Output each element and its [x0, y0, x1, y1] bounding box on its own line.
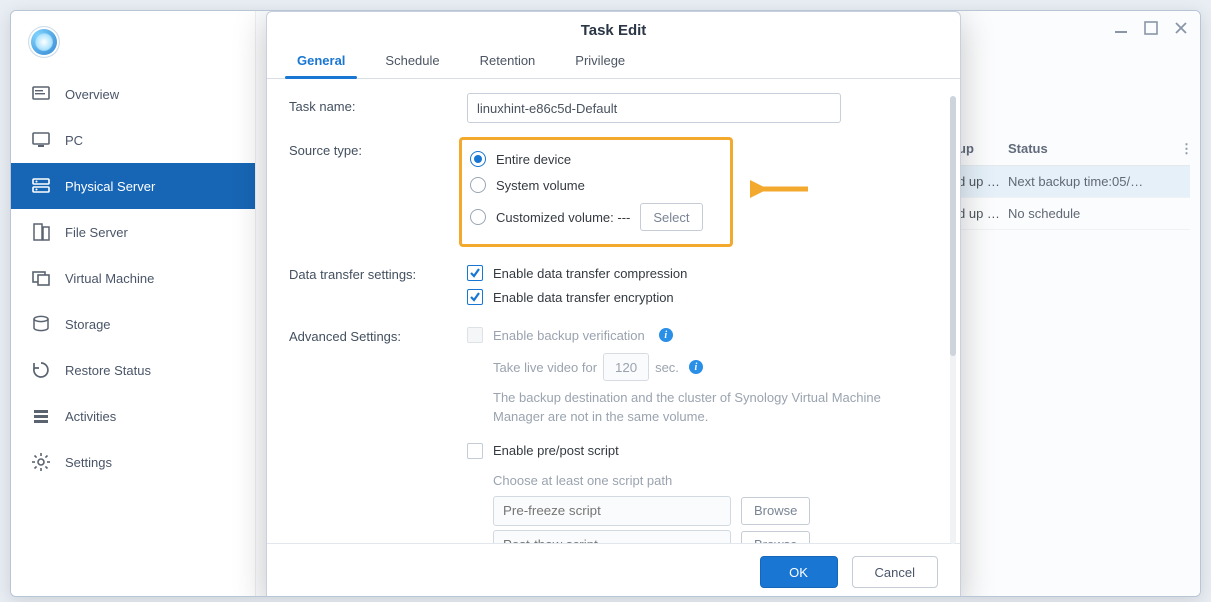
check-encryption[interactable]: Enable data transfer encryption: [467, 285, 938, 309]
check-backup-verification[interactable]: Enable backup verification i: [467, 323, 938, 347]
ok-button[interactable]: OK: [760, 556, 838, 588]
sidebar-item-label: PC: [65, 133, 83, 148]
tab-general[interactable]: General: [279, 43, 363, 78]
tab-retention[interactable]: Retention: [462, 43, 554, 78]
radio-customized-volume[interactable]: Customized volume: --- Select: [468, 198, 722, 236]
browse-postthaw-button[interactable]: Browse: [741, 531, 810, 543]
sidebar-item-label: Physical Server: [65, 179, 155, 194]
radio-icon: [470, 151, 486, 167]
pc-icon: [31, 130, 51, 150]
radio-system-volume[interactable]: System volume: [468, 172, 722, 198]
task-name-input[interactable]: [467, 93, 841, 123]
task-name-label: Task name:: [289, 93, 467, 114]
source-type-group: Entire device System volume Customized v…: [459, 137, 733, 247]
modal-footer: OK Cancel: [267, 543, 960, 597]
sidebar-item-storage[interactable]: Storage: [11, 301, 255, 347]
vm-icon: [31, 268, 51, 288]
tab-schedule[interactable]: Schedule: [367, 43, 457, 78]
main-area: up Status ⋮ d up … Next backup time:05/……: [256, 11, 1200, 596]
storage-icon: [31, 314, 51, 334]
sidebar-item-label: Restore Status: [65, 363, 151, 378]
sidebar-item-label: Activities: [65, 409, 116, 424]
prefreeze-script-input[interactable]: [493, 496, 731, 526]
info-icon[interactable]: i: [659, 328, 673, 342]
checkbox-label: Enable data transfer encryption: [493, 290, 674, 305]
sidebar-item-label: Virtual Machine: [65, 271, 154, 286]
sidebar-item-label: Storage: [65, 317, 111, 332]
task-edit-modal: Task Edit General Schedule Retention Pri…: [266, 11, 961, 597]
sidebar: Overview PC Physical Server File Server …: [11, 11, 256, 596]
sidebar-item-settings[interactable]: Settings: [11, 439, 255, 485]
checkbox-icon: [467, 265, 483, 281]
checkbox-label: Enable data transfer compression: [493, 266, 687, 281]
sidebar-item-pc[interactable]: PC: [11, 117, 255, 163]
advanced-label: Advanced Settings:: [289, 323, 467, 344]
data-transfer-label: Data transfer settings:: [289, 261, 467, 282]
modal-title: Task Edit: [267, 12, 960, 43]
browse-prefreeze-button[interactable]: Browse: [741, 497, 810, 525]
close-icon[interactable]: [1174, 21, 1188, 35]
tab-privilege[interactable]: Privilege: [557, 43, 643, 78]
sidebar-item-virtual-machine[interactable]: Virtual Machine: [11, 255, 255, 301]
radio-icon: [470, 209, 486, 225]
script-path-note: Choose at least one script path: [493, 473, 938, 488]
server-icon: [31, 176, 51, 196]
window-controls: [1114, 21, 1188, 35]
check-pre-post-script[interactable]: Enable pre/post script: [467, 439, 938, 463]
live-prefix: Take live video for: [493, 360, 597, 375]
overview-icon: [31, 84, 51, 104]
sidebar-item-label: File Server: [65, 225, 128, 240]
radio-label: Entire device: [496, 152, 571, 167]
sidebar-item-file-server[interactable]: File Server: [11, 209, 255, 255]
callout-arrow-icon: [750, 177, 810, 204]
activities-icon: [31, 406, 51, 426]
restore-icon: [31, 360, 51, 380]
modal-scrollbar[interactable]: [950, 96, 956, 544]
maximize-icon[interactable]: [1144, 21, 1158, 35]
radio-entire-device[interactable]: Entire device: [468, 146, 722, 172]
checkbox-icon: [467, 327, 483, 343]
sidebar-item-restore-status[interactable]: Restore Status: [11, 347, 255, 393]
source-type-label: Source type:: [289, 137, 467, 158]
app-window: Overview PC Physical Server File Server …: [10, 10, 1201, 597]
sidebar-item-activities[interactable]: Activities: [11, 393, 255, 439]
minimize-icon[interactable]: [1114, 21, 1128, 35]
check-compression[interactable]: Enable data transfer compression: [467, 261, 938, 285]
select-volume-button[interactable]: Select: [640, 203, 702, 231]
live-suffix: sec.: [655, 360, 679, 375]
info-icon[interactable]: i: [689, 360, 703, 374]
checkbox-icon: [467, 289, 483, 305]
radio-icon: [470, 177, 486, 193]
sidebar-item-overview[interactable]: Overview: [11, 71, 255, 117]
radio-label: Customized volume: ---: [496, 210, 630, 225]
app-logo-icon: [29, 27, 59, 57]
radio-label: System volume: [496, 178, 585, 193]
checkbox-label: Enable backup verification: [493, 328, 645, 343]
gear-icon: [31, 452, 51, 472]
tab-bar: General Schedule Retention Privilege: [267, 43, 960, 79]
checkbox-icon: [467, 443, 483, 459]
sidebar-item-label: Overview: [65, 87, 119, 102]
live-video-row: Take live video for sec. i: [493, 353, 938, 381]
scrollbar-thumb[interactable]: [950, 96, 956, 356]
sidebar-item-physical-server[interactable]: Physical Server: [11, 163, 255, 209]
cancel-button[interactable]: Cancel: [852, 556, 938, 588]
live-video-seconds-input[interactable]: [603, 353, 649, 381]
fileserver-icon: [31, 222, 51, 242]
modal-body: Task name: Source type: Entire device: [267, 79, 960, 543]
sidebar-item-label: Settings: [65, 455, 112, 470]
checkbox-label: Enable pre/post script: [493, 443, 619, 458]
postthaw-script-input[interactable]: [493, 530, 731, 543]
destination-note: The backup destination and the cluster o…: [493, 389, 923, 427]
